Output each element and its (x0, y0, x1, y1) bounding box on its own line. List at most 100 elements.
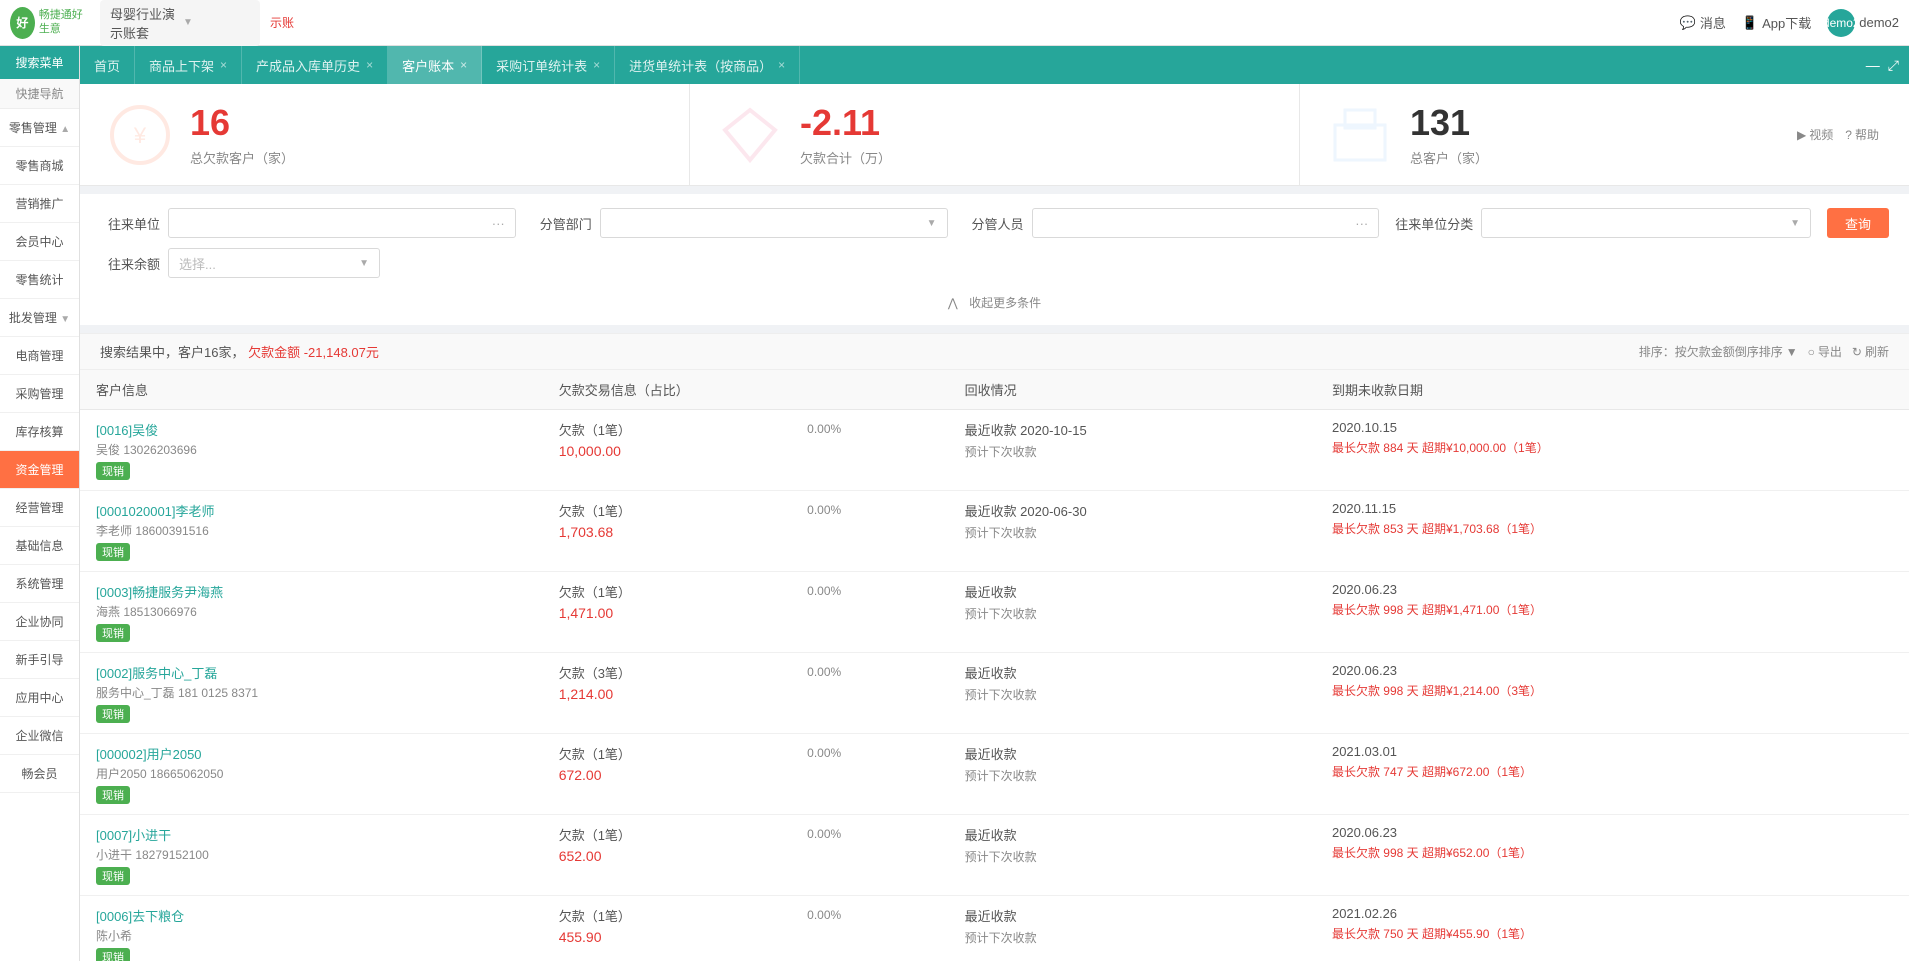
filter-label-person: 分管人员 (964, 214, 1024, 233)
sidebar-item-guide[interactable]: 新手引导 (0, 641, 79, 679)
cell-debt-6: 欠款（1笔） 455.90 (543, 896, 791, 961)
tab-customer-account[interactable]: 客户账本 × (388, 46, 482, 84)
export-button[interactable]: ○ 导出 (1808, 343, 1842, 360)
debt-percent-4: 0.00% (807, 746, 932, 760)
sidebar-item-purchase[interactable]: 采购管理 (0, 375, 79, 413)
overdue-link-1[interactable]: 超期¥1,703.68（1笔） (1422, 522, 1542, 536)
overdue-link-2[interactable]: 超期¥1,471.00（1笔） (1422, 603, 1542, 617)
stat-actions: ▶ 视频 ? 帮助 (1797, 126, 1879, 143)
sidebar-item-retail-stats[interactable]: 零售统计 (0, 261, 79, 299)
tab-minimize-icon[interactable]: — (1866, 57, 1880, 73)
search-button[interactable]: 查询 (1827, 208, 1889, 238)
logo-area: 好 畅捷通好生意 (10, 7, 90, 39)
video-button[interactable]: ▶ 视频 (1797, 126, 1833, 143)
tab-purchase-order[interactable]: 采购订单统计表 × (482, 46, 615, 84)
debt-amount-4[interactable]: 672.00 (559, 767, 775, 783)
debt-count-2: 欠款（1笔） (559, 582, 775, 601)
filter-input-category[interactable]: ▼ (1481, 208, 1811, 238)
sidebar-item-enterprise[interactable]: 企业协同 (0, 603, 79, 641)
top-right: 💬 消息 📱 App下载 demo2 demo2 (1680, 9, 1899, 37)
recovery-next-6: 预计下次收款 (965, 929, 1300, 946)
debt-amount-0[interactable]: 10,000.00 (559, 443, 775, 459)
customer-name-2[interactable]: [0003]畅捷服务尹海燕 (96, 582, 527, 601)
sidebar-item-system[interactable]: 系统管理 (0, 565, 79, 603)
chevron-down-icon: ▼ (359, 258, 369, 269)
tab-goods[interactable]: 商品上下架 × (135, 46, 242, 84)
help-button[interactable]: ? 帮助 (1845, 126, 1879, 143)
sidebar-item-app-center[interactable]: 应用中心 (0, 679, 79, 717)
tab-close-icon[interactable]: × (220, 58, 227, 72)
sidebar-nav-label[interactable]: 快捷导航 (0, 79, 79, 109)
avatar: demo2 (1827, 9, 1855, 37)
tab-product-history[interactable]: 产成品入库单历史 × (242, 46, 388, 84)
sidebar-item-wechat[interactable]: 企业微信 (0, 717, 79, 755)
sort-selector[interactable]: 排序：按欠款金额倒序排序 ▼ (1639, 343, 1798, 360)
cell-due-2: 2020.06.23 最长欠款 998 天 超期¥1,471.00（1笔） (1316, 572, 1909, 653)
sidebar-item-marketing[interactable]: 营销推广 (0, 185, 79, 223)
customer-name-3[interactable]: [0002]服务中心_丁磊 (96, 663, 527, 682)
sidebar-item-ecommerce[interactable]: 电商管理 (0, 337, 79, 375)
sidebar-item-business[interactable]: 经营管理 (0, 489, 79, 527)
cell-debt-3: 欠款（3笔） 1,214.00 (543, 653, 791, 734)
debt-amount-5[interactable]: 652.00 (559, 848, 775, 864)
tab-close-icon[interactable]: × (366, 58, 373, 72)
sidebar-item-member[interactable]: 畅会员 (0, 755, 79, 793)
stats-row: ¥ 16 总欠款客户（家） -2.11 欠款合计（万） 131 (80, 84, 1909, 186)
chevron-up-icon: ▲ (60, 124, 70, 135)
tab-maximize-icon[interactable]: ⤢ (1888, 57, 1899, 74)
due-overdue-0: 最长欠款 884 天 超期¥10,000.00（1笔） (1332, 439, 1893, 456)
tab-close-icon[interactable]: × (593, 58, 600, 72)
debt-amount-1[interactable]: 1,703.68 (559, 524, 775, 540)
tab-home[interactable]: 首页 (80, 46, 135, 84)
customer-name-0[interactable]: [0016]吴俊 (96, 420, 527, 439)
sidebar-item-inventory[interactable]: 库存核算 (0, 413, 79, 451)
tag-xian-5: 现销 (96, 867, 130, 885)
sidebar-item-retail-store[interactable]: 零售商城 (0, 147, 79, 185)
refresh-button[interactable]: ↻ 刷新 (1852, 343, 1889, 360)
table-row: [0002]服务中心_丁磊 服务中心_丁磊 181 0125 8371 现销 欠… (80, 653, 1909, 734)
overdue-link-4[interactable]: 超期¥672.00（1笔） (1422, 765, 1532, 779)
recovery-date-1: 最近收款 2020-06-30 (965, 501, 1300, 520)
collapse-row[interactable]: ⋀ 收起更多条件 (100, 288, 1889, 317)
help-icon: ? (1845, 128, 1852, 142)
filter-label-dept: 分管部门 (532, 214, 592, 233)
cell-debt-pct-2: 0.00% (791, 572, 948, 653)
tabs-bar: 首页 商品上下架 × 产成品入库单历史 × 客户账本 × 采购订单统计表 × 进… (80, 46, 1909, 84)
sidebar-item-member-center[interactable]: 会员中心 (0, 223, 79, 261)
debt-amount-6[interactable]: 455.90 (559, 929, 775, 945)
filter-input-unit[interactable]: ··· (168, 208, 516, 238)
overdue-link-0[interactable]: 超期¥10,000.00（1笔） (1422, 441, 1549, 455)
due-overdue-1: 最长欠款 853 天 超期¥1,703.68（1笔） (1332, 520, 1893, 537)
tab-close-icon[interactable]: × (778, 58, 785, 72)
tab-goods-stats[interactable]: 进货单统计表（按商品） × (615, 46, 800, 84)
message-button[interactable]: 💬 消息 (1680, 13, 1726, 32)
filter-row-2: 往来余额 选择... ▼ (100, 248, 1889, 278)
overdue-link-3[interactable]: 超期¥1,214.00（3笔） (1422, 684, 1542, 698)
user-avatar-button[interactable]: demo2 demo2 (1827, 9, 1899, 37)
store-link[interactable]: 示账 (270, 14, 294, 31)
table-row: [0006]去下粮仓 陈小希 现销 欠款（1笔） 455.90 0.00% 最近… (80, 896, 1909, 961)
table-row: [000002]用户2050 用户2050 18665062050 现销 欠款（… (80, 734, 1909, 815)
customer-name-4[interactable]: [000002]用户2050 (96, 744, 527, 763)
debt-amount-2[interactable]: 1,471.00 (559, 605, 775, 621)
filter-input-person[interactable]: ··· (1032, 208, 1380, 238)
overdue-link-5[interactable]: 超期¥652.00（1笔） (1422, 846, 1532, 860)
customer-name-5[interactable]: [0007]小进干 (96, 825, 527, 844)
customer-name-1[interactable]: [0001020001]李老师 (96, 501, 527, 520)
cell-due-0: 2020.10.15 最长欠款 884 天 超期¥10,000.00（1笔） (1316, 410, 1909, 491)
customer-name-6[interactable]: [0006]去下粮仓 (96, 906, 527, 925)
cell-debt-1: 欠款（1笔） 1,703.68 (543, 491, 791, 572)
sidebar-item-wholesale[interactable]: 批发管理 ▼ (0, 299, 79, 337)
tab-close-icon[interactable]: × (460, 58, 467, 72)
sidebar-item-basic-info[interactable]: 基础信息 (0, 527, 79, 565)
filter-input-balance[interactable]: 选择... ▼ (168, 248, 380, 278)
sidebar-item-finance[interactable]: 资金管理 (0, 451, 79, 489)
debt-amount-3[interactable]: 1,214.00 (559, 686, 775, 702)
sidebar-item-retail-management[interactable]: 零售管理 ▲ (0, 109, 79, 147)
store-selector[interactable]: 母婴行业演示账套 ▼ (100, 0, 260, 46)
overdue-link-6[interactable]: 超期¥455.90（1笔） (1422, 927, 1532, 941)
recovery-date-5: 最近收款 (965, 825, 1300, 844)
sidebar-search[interactable]: 搜索菜单 (0, 46, 79, 79)
app-download-button[interactable]: 📱 App下载 (1742, 13, 1811, 32)
filter-input-dept[interactable]: ▼ (600, 208, 948, 238)
